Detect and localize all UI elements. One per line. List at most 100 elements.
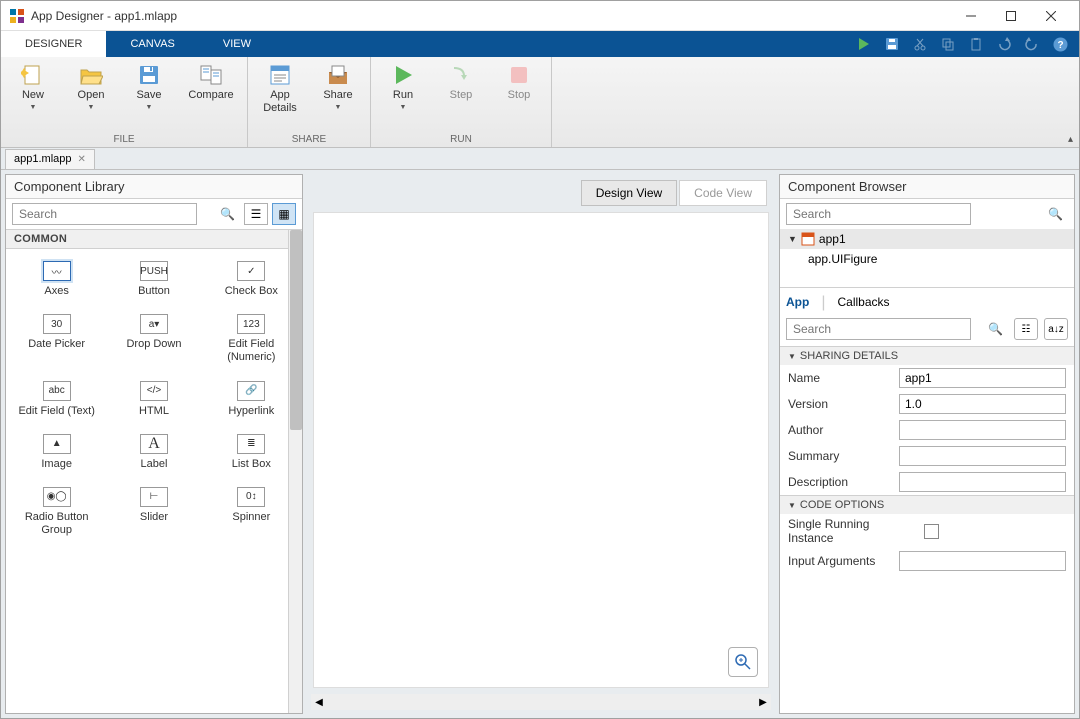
maximize-button[interactable]: [991, 2, 1031, 30]
tab-callbacks[interactable]: Callbacks: [837, 295, 889, 311]
open-button[interactable]: Open ▼: [67, 61, 115, 111]
horizontal-scrollbar[interactable]: ◀ ▶: [311, 694, 771, 710]
tab-canvas[interactable]: CANVAS: [106, 31, 198, 57]
scrollbar-thumb[interactable]: [290, 230, 302, 430]
tab-view[interactable]: VIEW: [199, 31, 275, 57]
component-icon: ✓: [237, 261, 265, 281]
compare-icon: [199, 63, 223, 87]
component-browser-panel: Component Browser 🔍 ▼ app1 app.UIFigure: [779, 174, 1075, 714]
section-code-options[interactable]: ▼CODE OPTIONS: [780, 496, 1074, 514]
scroll-right-icon[interactable]: ▶: [755, 694, 771, 710]
search-icon[interactable]: 🔍: [988, 322, 1003, 336]
prop-description-input[interactable]: [899, 472, 1066, 492]
copy-icon[interactable]: [939, 35, 957, 53]
component-hyperlink[interactable]: 🔗Hyperlink: [203, 373, 300, 426]
code-view-tab[interactable]: Code View: [679, 180, 767, 206]
search-icon[interactable]: 🔍: [1048, 207, 1063, 221]
list-view-button[interactable]: ☰: [244, 203, 268, 225]
component-check-box[interactable]: ✓Check Box: [203, 253, 300, 306]
prop-version-input[interactable]: [899, 394, 1066, 414]
component-label: Radio Button Group: [10, 511, 103, 537]
prop-description-label: Description: [788, 475, 893, 489]
run-icon[interactable]: [855, 35, 873, 53]
document-tabs: app1.mlapp ✕: [1, 148, 1079, 170]
app-details-button[interactable]: App Details: [256, 61, 304, 115]
prop-input-args-input[interactable]: [899, 551, 1066, 571]
component-edit-field-numeric-[interactable]: 123Edit Field (Numeric): [203, 306, 300, 372]
component-html[interactable]: </>HTML: [105, 373, 202, 426]
component-list-box[interactable]: ≣List Box: [203, 426, 300, 479]
component-label: Button: [138, 285, 170, 298]
component-drop-down[interactable]: a▾Drop Down: [105, 306, 202, 372]
redo-icon[interactable]: [1023, 35, 1041, 53]
zoom-button[interactable]: [728, 647, 758, 677]
close-button[interactable]: [1031, 2, 1071, 30]
prop-summary-input[interactable]: [899, 446, 1066, 466]
step-button[interactable]: Step: [437, 61, 485, 102]
chevron-down-icon: ▼: [88, 104, 95, 111]
component-icon: 🔗: [237, 381, 265, 401]
design-view-tab[interactable]: Design View: [581, 180, 677, 206]
categorize-button[interactable]: ☷: [1014, 318, 1038, 340]
component-search-input[interactable]: [12, 203, 197, 225]
scrollbar[interactable]: [288, 230, 302, 713]
component-spinner[interactable]: 0↕Spinner: [203, 479, 300, 545]
new-button[interactable]: New ▼: [9, 61, 57, 111]
help-icon[interactable]: ?: [1051, 35, 1069, 53]
share-button[interactable]: Share ▼: [314, 61, 362, 111]
chevron-down-icon: ▼: [335, 104, 342, 111]
component-edit-field-text-[interactable]: abcEdit Field (Text): [8, 373, 105, 426]
prop-summary-label: Summary: [788, 449, 893, 463]
chevron-down-icon: ▼: [30, 104, 37, 111]
minimize-button[interactable]: [951, 2, 991, 30]
undo-icon[interactable]: [995, 35, 1013, 53]
component-label: Slider: [140, 511, 168, 524]
tree-node-uifigure[interactable]: app.UIFigure: [780, 249, 1074, 269]
component-radio-button-group[interactable]: ◉◯Radio Button Group: [8, 479, 105, 545]
paste-icon[interactable]: [967, 35, 985, 53]
cut-icon[interactable]: [911, 35, 929, 53]
titlebar: App Designer - app1.mlapp: [1, 1, 1079, 31]
component-date-picker[interactable]: 30Date Picker: [8, 306, 105, 372]
component-label: Edit Field (Numeric): [205, 338, 298, 364]
chevron-down-icon: ▼: [146, 104, 153, 111]
prop-name-label: Name: [788, 371, 893, 385]
design-canvas[interactable]: [313, 212, 769, 688]
share-icon: [326, 63, 350, 87]
tab-designer[interactable]: DESIGNER: [1, 31, 106, 57]
component-image[interactable]: ▲Image: [8, 426, 105, 479]
close-icon[interactable]: ✕: [78, 154, 86, 165]
save-icon: [137, 63, 161, 87]
save-button[interactable]: Save ▼: [125, 61, 173, 111]
canvas-area: Design View Code View ◀ ▶: [307, 174, 775, 714]
grid-view-button[interactable]: ▦: [272, 203, 296, 225]
tab-app[interactable]: App: [786, 295, 809, 311]
stop-button[interactable]: Stop: [495, 61, 543, 102]
component-icon: 〰: [43, 261, 71, 281]
component-label[interactable]: ALabel: [105, 426, 202, 479]
component-icon: 0↕: [237, 487, 265, 507]
tree-node-app[interactable]: ▼ app1: [780, 229, 1074, 249]
component-label: List Box: [232, 458, 271, 471]
scroll-left-icon[interactable]: ◀: [311, 694, 327, 710]
browser-search-input[interactable]: [786, 203, 971, 225]
compare-button[interactable]: Compare: [183, 61, 239, 102]
save-icon[interactable]: [883, 35, 901, 53]
component-slider[interactable]: ⊢ Slider: [105, 479, 202, 545]
component-icon: ▲: [43, 434, 71, 454]
component-axes[interactable]: 〰Axes: [8, 253, 105, 306]
tree-collapse-icon[interactable]: ▼: [788, 234, 797, 244]
prop-single-instance-checkbox[interactable]: [924, 524, 939, 539]
sort-button[interactable]: a↓z: [1044, 318, 1068, 340]
run-button[interactable]: Run ▼: [379, 61, 427, 111]
component-icon: ⊢: [140, 487, 168, 507]
property-search-input[interactable]: [786, 318, 971, 340]
chevron-down-icon: ▼: [788, 352, 796, 361]
component-button[interactable]: PUSHButton: [105, 253, 202, 306]
search-icon[interactable]: 🔍: [220, 207, 235, 221]
prop-name-input[interactable]: [899, 368, 1066, 388]
document-tab[interactable]: app1.mlapp ✕: [5, 149, 95, 169]
collapse-ribbon-icon[interactable]: ▴: [1068, 134, 1073, 145]
section-sharing-details[interactable]: ▼SHARING DETAILS: [780, 347, 1074, 365]
prop-author-input[interactable]: [899, 420, 1066, 440]
